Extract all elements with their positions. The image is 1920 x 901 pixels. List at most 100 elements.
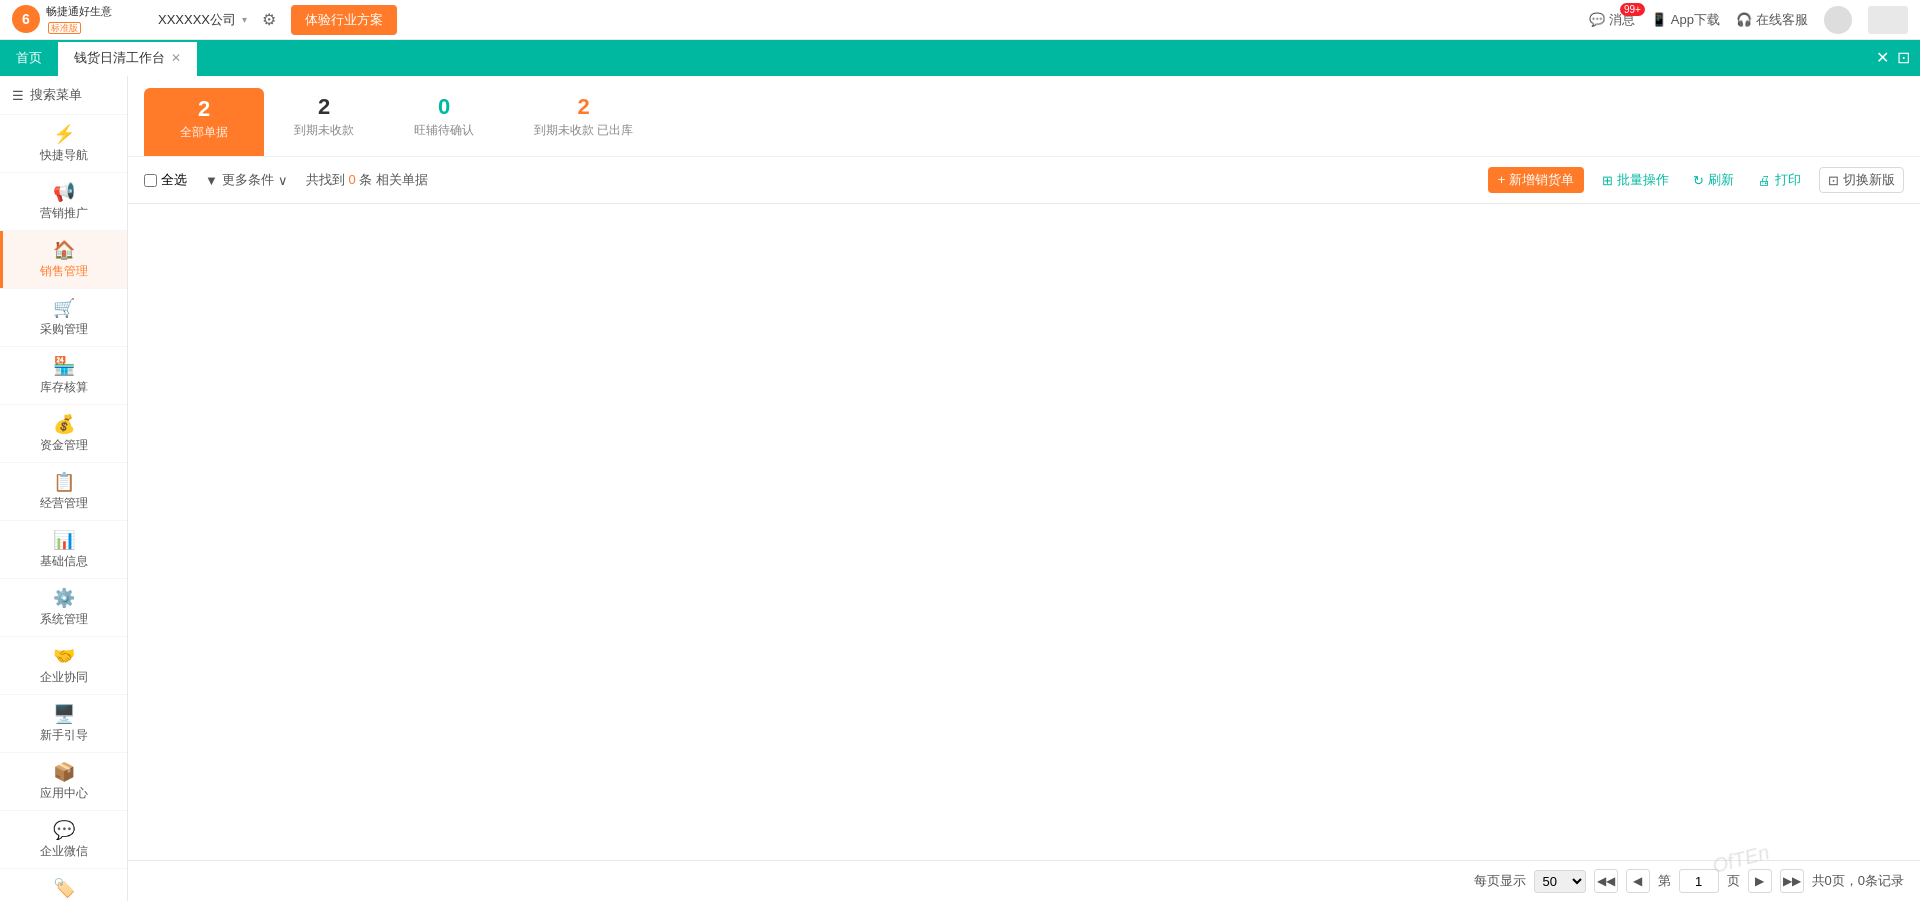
filter-label: 更多条件 [222, 171, 274, 189]
settings-icon-btn[interactable]: ⚙ [255, 6, 283, 34]
page-prefix: 第 [1658, 872, 1671, 890]
purchase-icon: 🛒 [53, 299, 75, 317]
page-input[interactable] [1679, 869, 1719, 893]
select-all-checkbox[interactable]: 全选 [144, 171, 187, 189]
app-name: 畅捷通好生意 [46, 4, 112, 18]
message-item[interactable]: 💬 消息 99+ [1589, 11, 1635, 29]
stat-wangwang-label: 旺辅待确认 [414, 122, 474, 139]
app-download-label: App下载 [1671, 11, 1720, 29]
version-tag: 标准版 [48, 22, 81, 34]
stat-overdue[interactable]: 2 到期未收款 [264, 88, 384, 156]
logo-area: 6 畅捷通好生意 标准版 [12, 4, 140, 34]
sidebar-item-system[interactable]: ⚙️ 系统管理 [0, 579, 127, 637]
user-dropdown[interactable] [1868, 6, 1908, 34]
app-download-icon: 📱 [1651, 12, 1667, 27]
empty-table-area [128, 204, 1920, 860]
finance-label: 资金管理 [40, 437, 88, 454]
avatar[interactable] [1824, 6, 1852, 34]
guide-label: 新手引导 [40, 727, 88, 744]
total-info: 共0页，0条记录 [1812, 872, 1904, 890]
switch-label: 切换新版 [1843, 171, 1895, 189]
stat-all[interactable]: 2 全部单据 [144, 88, 264, 156]
quick-nav-label: 快捷导航 [40, 147, 88, 164]
corp-label: 企业协同 [40, 669, 88, 686]
try-industry-btn[interactable]: 体验行业方案 [291, 5, 397, 35]
logo-icon: 6 [12, 5, 40, 33]
refresh-label: 刷新 [1708, 171, 1734, 189]
stat-overdue-num: 2 [294, 94, 354, 120]
wechat-icon: 💬 [53, 821, 75, 839]
wechat-label: 企业微信 [40, 843, 88, 860]
company-name: XXXXXX公司 [158, 11, 236, 29]
sidebar-item-purchase[interactable]: 🛒 采购管理 [0, 289, 127, 347]
per-page-label: 每页显示 [1474, 872, 1526, 890]
online-service-item[interactable]: 🎧 在线客服 [1736, 11, 1808, 29]
batch-ops-btn[interactable]: ⊞ 批量操作 [1596, 168, 1675, 192]
per-page-select[interactable]: 50 10 20 100 [1534, 870, 1586, 893]
sidebar-item-operations[interactable]: 📋 经营管理 [0, 463, 127, 521]
finance-icon: 💰 [53, 415, 75, 433]
tab-bar: 首页 钱货日清工作台 ✕ ✕ ⊡ [0, 40, 1920, 76]
stats-bar: 2 全部单据 2 到期未收款 0 旺辅待确认 2 到期未收款 已出库 [128, 76, 1920, 156]
member-icon: 🏷️ [53, 879, 75, 897]
company-selector[interactable]: XXXXXX公司 ▾ [150, 7, 255, 33]
print-btn[interactable]: 🖨 打印 [1752, 168, 1807, 192]
batch-icon: ⊞ [1602, 173, 1613, 188]
sidebar-item-corp[interactable]: 🤝 企业协同 [0, 637, 127, 695]
found-unit: 条 相关单据 [359, 172, 428, 187]
sidebar: ☰ 搜索菜单 ⚡ 快捷导航 📢 营销推广 🏠 销售管理 🛒 采购管理 🏪 库存核… [0, 76, 128, 901]
stat-overdue-out[interactable]: 2 到期未收款 已出库 [504, 88, 663, 156]
sidebar-item-guide[interactable]: 🖥️ 新手引导 [0, 695, 127, 753]
message-badge: 99+ [1620, 3, 1645, 16]
main-layout: ☰ 搜索菜单 ⚡ 快捷导航 📢 营销推广 🏠 销售管理 🛒 采购管理 🏪 库存核… [0, 76, 1920, 901]
batch-label: 批量操作 [1617, 171, 1669, 189]
select-all-label: 全选 [161, 171, 187, 189]
stat-wangwang-num: 0 [414, 94, 474, 120]
system-label: 系统管理 [40, 611, 88, 628]
tab-home[interactable]: 首页 [0, 40, 58, 76]
page-suffix: 页 [1727, 872, 1740, 890]
window-close-icon[interactable]: ✕ [1876, 50, 1889, 66]
select-all-input[interactable] [144, 174, 157, 187]
refresh-icon: ↻ [1693, 173, 1704, 188]
prev-page-btn[interactable]: ◀ [1626, 869, 1650, 893]
switch-icon: ⊡ [1828, 173, 1839, 188]
app-download-item[interactable]: 📱 App下载 [1651, 11, 1720, 29]
tab-home-label: 首页 [16, 49, 42, 67]
sidebar-item-quick-nav[interactable]: ⚡ 快捷导航 [0, 115, 127, 173]
found-prefix: 共找到 [306, 172, 345, 187]
sidebar-search[interactable]: ☰ 搜索菜单 [0, 76, 127, 115]
sidebar-item-marketing[interactable]: 📢 营销推广 [0, 173, 127, 231]
switch-new-btn[interactable]: ⊡ 切换新版 [1819, 167, 1904, 193]
stat-overdue-label: 到期未收款 [294, 122, 354, 139]
sidebar-item-basic[interactable]: 📊 基础信息 [0, 521, 127, 579]
basic-icon: 📊 [53, 531, 75, 549]
online-service-icon: 🎧 [1736, 12, 1752, 27]
first-page-btn[interactable]: ◀◀ [1594, 869, 1618, 893]
stat-overdue-out-num: 2 [534, 94, 633, 120]
add-sales-btn[interactable]: + 新增销货单 [1488, 167, 1584, 193]
marketing-label: 营销推广 [40, 205, 88, 222]
sidebar-item-wechat[interactable]: 💬 企业微信 [0, 811, 127, 869]
company-dropdown-icon: ▾ [242, 14, 247, 25]
window-maximize-icon[interactable]: ⊡ [1897, 50, 1910, 66]
tab-money-daily[interactable]: 钱货日清工作台 ✕ [58, 40, 197, 76]
refresh-btn[interactable]: ↻ 刷新 [1687, 168, 1740, 192]
sidebar-item-finance[interactable]: 💰 资金管理 [0, 405, 127, 463]
inventory-label: 库存核算 [40, 379, 88, 396]
search-menu-label: 搜索菜单 [30, 86, 82, 104]
last-page-btn[interactable]: ▶▶ [1780, 869, 1804, 893]
tab-close-icon[interactable]: ✕ [171, 51, 181, 65]
print-label: 打印 [1775, 171, 1801, 189]
sidebar-item-sales[interactable]: 🏠 销售管理 [0, 231, 127, 289]
more-filter-btn[interactable]: ▼ 更多条件 ∨ [199, 168, 294, 192]
content-area: 2 全部单据 2 到期未收款 0 旺辅待确认 2 到期未收款 已出库 全选 [128, 76, 1920, 901]
sidebar-item-apps[interactable]: 📦 应用中心 [0, 753, 127, 811]
sidebar-item-inventory[interactable]: 🏪 库存核算 [0, 347, 127, 405]
sidebar-item-member[interactable]: 🏷️ 畅会员 [0, 869, 127, 901]
inventory-icon: 🏪 [53, 357, 75, 375]
toolbar: 全选 ▼ 更多条件 ∨ 共找到 0 条 相关单据 + 新增销货单 ⊞ 批量操作 … [128, 156, 1920, 204]
pagination: 每页显示 50 10 20 100 ◀◀ ◀ 第 页 ▶ ▶▶ 共0页，0条记录 [128, 860, 1920, 901]
stat-wangwang[interactable]: 0 旺辅待确认 [384, 88, 504, 156]
next-page-btn[interactable]: ▶ [1748, 869, 1772, 893]
